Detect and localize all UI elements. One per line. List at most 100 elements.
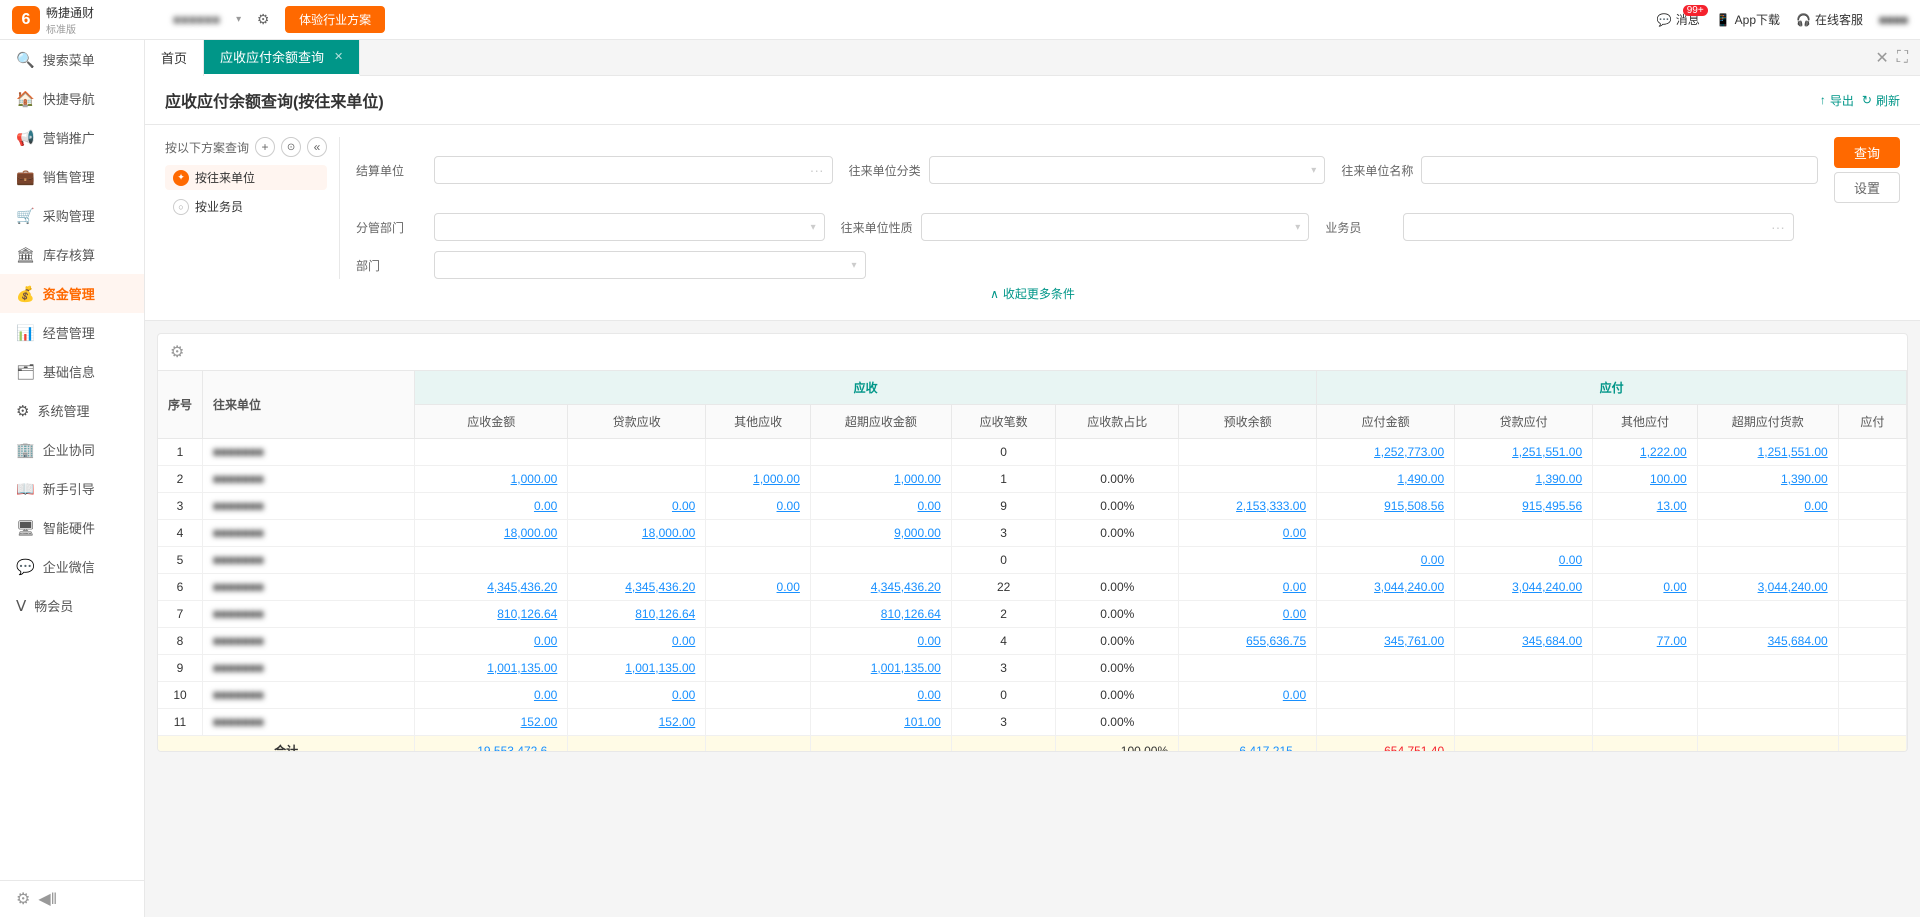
cell-ar_amount[interactable]: 1,000.00 bbox=[415, 466, 568, 493]
sidebar-item-operations[interactable]: 📊 经营管理 bbox=[0, 313, 144, 352]
sidebar-item-wechat[interactable]: 💬 企业微信 bbox=[0, 547, 144, 586]
sidebar-item-sales[interactable]: 💼 销售管理 bbox=[0, 157, 144, 196]
query-button[interactable]: 查询 bbox=[1834, 137, 1900, 168]
cell-ar_amount[interactable]: 18,000.00 bbox=[415, 520, 568, 547]
cell-ar_amount[interactable]: 0.00 bbox=[415, 682, 568, 709]
cell-ap_loan[interactable]: 3,044,240.00 bbox=[1455, 574, 1593, 601]
cell-ap_overdue[interactable]: 345,684.00 bbox=[1697, 628, 1838, 655]
collapse-bar[interactable]: ∧ 收起更多条件 bbox=[165, 279, 1900, 308]
cell-ar_overdue[interactable]: 9,000.00 bbox=[810, 520, 951, 547]
cell-ar_loan[interactable]: 0.00 bbox=[568, 493, 706, 520]
cell-ar_amount[interactable]: 810,126.64 bbox=[415, 601, 568, 628]
settings-gear-icon[interactable]: ⚙ bbox=[249, 6, 277, 34]
cell-prepaid[interactable]: 655,636.75 bbox=[1179, 628, 1317, 655]
online-service-button[interactable]: 🎧 在线客服 bbox=[1796, 11, 1863, 28]
cell-ap_other[interactable]: 0.00 bbox=[1593, 574, 1698, 601]
solution-button[interactable]: 体验行业方案 bbox=[285, 6, 385, 33]
dept-input[interactable]: ▾ bbox=[434, 251, 866, 279]
nav-dropdown-icon[interactable]: ▾ bbox=[236, 14, 241, 25]
sidebar-item-enterprise[interactable]: 🏢 企业协同 bbox=[0, 430, 144, 469]
user-account[interactable]: ■■■■ bbox=[1879, 13, 1908, 27]
partner-name-input[interactable] bbox=[1421, 156, 1818, 184]
footer-ap-amount[interactable]: -654,751.40 bbox=[1317, 736, 1455, 752]
tab-maximize-icon[interactable]: ⛶ bbox=[1897, 49, 1908, 67]
cell-ar_amount[interactable]: 0.00 bbox=[415, 628, 568, 655]
partner-nature-input[interactable]: ▾ bbox=[921, 213, 1310, 241]
tab-ar-query[interactable]: 应收应付余额查询 ✕ bbox=[204, 40, 360, 76]
cell-prepaid[interactable]: 0.00 bbox=[1179, 520, 1317, 547]
cell-ap_amount[interactable]: 1,252,773.00 bbox=[1317, 439, 1455, 466]
settings-bottom-icon[interactable]: ⚙ bbox=[16, 889, 30, 909]
cell-ar_amount[interactable]: 152.00 bbox=[415, 709, 568, 736]
cell-ap_overdue[interactable]: 3,044,240.00 bbox=[1697, 574, 1838, 601]
cell-ap_loan[interactable]: 1,390.00 bbox=[1455, 466, 1593, 493]
cell-ar_other[interactable]: 0.00 bbox=[706, 493, 811, 520]
settlement-input[interactable]: ··· bbox=[434, 156, 833, 184]
cell-ap_amount[interactable]: 915,508.56 bbox=[1317, 493, 1455, 520]
cell-ap_loan[interactable]: 1,251,551.00 bbox=[1455, 439, 1593, 466]
cell-ar_overdue[interactable]: 1,001,135.00 bbox=[810, 655, 951, 682]
cell-ar_loan[interactable]: 810,126.64 bbox=[568, 601, 706, 628]
cell-ar_overdue[interactable]: 101.00 bbox=[810, 709, 951, 736]
schema-collapse-button[interactable]: « bbox=[307, 137, 327, 157]
cell-ar_loan[interactable]: 152.00 bbox=[568, 709, 706, 736]
schema-item-by-employee[interactable]: ○ 按业务员 bbox=[165, 194, 327, 219]
cell-prepaid[interactable]: 0.00 bbox=[1179, 601, 1317, 628]
sidebar-item-guide[interactable]: 📖 新手引导 bbox=[0, 469, 144, 508]
cell-ar_overdue[interactable]: 810,126.64 bbox=[810, 601, 951, 628]
cell-ap_overdue[interactable]: 1,390.00 bbox=[1697, 466, 1838, 493]
tab-close-window-icon[interactable]: ✕ bbox=[1875, 48, 1888, 68]
tab-home[interactable]: 首页 bbox=[145, 40, 204, 76]
collapse-icon[interactable]: ◀‖ bbox=[38, 889, 57, 909]
sidebar-item-quicknav[interactable]: 🏠 快捷导航 bbox=[0, 79, 144, 118]
cell-ar_overdue[interactable]: 0.00 bbox=[810, 682, 951, 709]
cell-ap_amount[interactable]: 1,490.00 bbox=[1317, 466, 1455, 493]
cell-ar_other[interactable]: 1,000.00 bbox=[706, 466, 811, 493]
cell-prepaid[interactable]: 0.00 bbox=[1179, 574, 1317, 601]
cell-ap_other[interactable]: 100.00 bbox=[1593, 466, 1698, 493]
sidebar-item-vip[interactable]: Ⅴ 畅会员 bbox=[0, 586, 144, 625]
schema-add-button[interactable]: + bbox=[255, 137, 275, 157]
sidebar-item-search[interactable]: 🔍 搜索菜单 bbox=[0, 40, 144, 79]
settings-button[interactable]: 设置 bbox=[1834, 172, 1900, 203]
sidebar-item-marketing[interactable]: 📢 营销推广 bbox=[0, 118, 144, 157]
sidebar-item-purchase[interactable]: 🛒 采购管理 bbox=[0, 196, 144, 235]
cell-ap_amount[interactable]: 345,761.00 bbox=[1317, 628, 1455, 655]
cell-ap_overdue[interactable]: 1,251,551.00 bbox=[1697, 439, 1838, 466]
cell-ar_overdue[interactable]: 1,000.00 bbox=[810, 466, 951, 493]
refresh-button[interactable]: ↻ 刷新 bbox=[1862, 92, 1900, 109]
cell-ar_loan[interactable]: 0.00 bbox=[568, 682, 706, 709]
cell-ap_loan[interactable]: 0.00 bbox=[1455, 547, 1593, 574]
cell-ar_amount[interactable]: 0.00 bbox=[415, 493, 568, 520]
cell-ar_loan[interactable]: 18,000.00 bbox=[568, 520, 706, 547]
sidebar-item-system[interactable]: ⚙ 系统管理 bbox=[0, 391, 144, 430]
schema-item-by-partner[interactable]: ✦ 按往来单位 bbox=[165, 165, 327, 190]
salesperson-input[interactable]: ··· bbox=[1403, 213, 1794, 241]
sidebar-item-hardware[interactable]: 🖥 智能硬件 bbox=[0, 508, 144, 547]
cell-ar_loan[interactable]: 1,001,135.00 bbox=[568, 655, 706, 682]
cell-ar_overdue[interactable]: 4,345,436.20 bbox=[810, 574, 951, 601]
cell-ap_overdue[interactable]: 0.00 bbox=[1697, 493, 1838, 520]
footer-ar-amount[interactable]: 19,553,472,6... bbox=[415, 736, 568, 752]
cell-ap_amount[interactable]: 3,044,240.00 bbox=[1317, 574, 1455, 601]
tab-close-icon[interactable]: ✕ bbox=[334, 50, 343, 63]
cell-ar_other[interactable]: 0.00 bbox=[706, 574, 811, 601]
cell-ar_loan[interactable]: 4,345,436.20 bbox=[568, 574, 706, 601]
app-download-button[interactable]: 📱 App下载 bbox=[1716, 11, 1780, 28]
schema-edit-button[interactable]: ⊙ bbox=[281, 137, 301, 157]
cell-ap_other[interactable]: 77.00 bbox=[1593, 628, 1698, 655]
dept-mgr-input[interactable]: ▾ bbox=[434, 213, 825, 241]
cell-ap_loan[interactable]: 915,495.56 bbox=[1455, 493, 1593, 520]
cell-ar_amount[interactable]: 1,001,135.00 bbox=[415, 655, 568, 682]
cell-ap_amount[interactable]: 0.00 bbox=[1317, 547, 1455, 574]
cell-ap_loan[interactable]: 345,684.00 bbox=[1455, 628, 1593, 655]
cell-ar_loan[interactable]: 0.00 bbox=[568, 628, 706, 655]
cell-prepaid[interactable]: 0.00 bbox=[1179, 682, 1317, 709]
sidebar-item-inventory[interactable]: 🏛 库存核算 bbox=[0, 235, 144, 274]
cell-ap_other[interactable]: 13.00 bbox=[1593, 493, 1698, 520]
export-button[interactable]: ↑ 导出 bbox=[1820, 92, 1854, 109]
cell-ar_amount[interactable]: 4,345,436.20 bbox=[415, 574, 568, 601]
cell-ar_overdue[interactable]: 0.00 bbox=[810, 493, 951, 520]
sidebar-item-basic[interactable]: 🗂 基础信息 bbox=[0, 352, 144, 391]
partner-cat-input[interactable]: ▾ bbox=[929, 156, 1326, 184]
